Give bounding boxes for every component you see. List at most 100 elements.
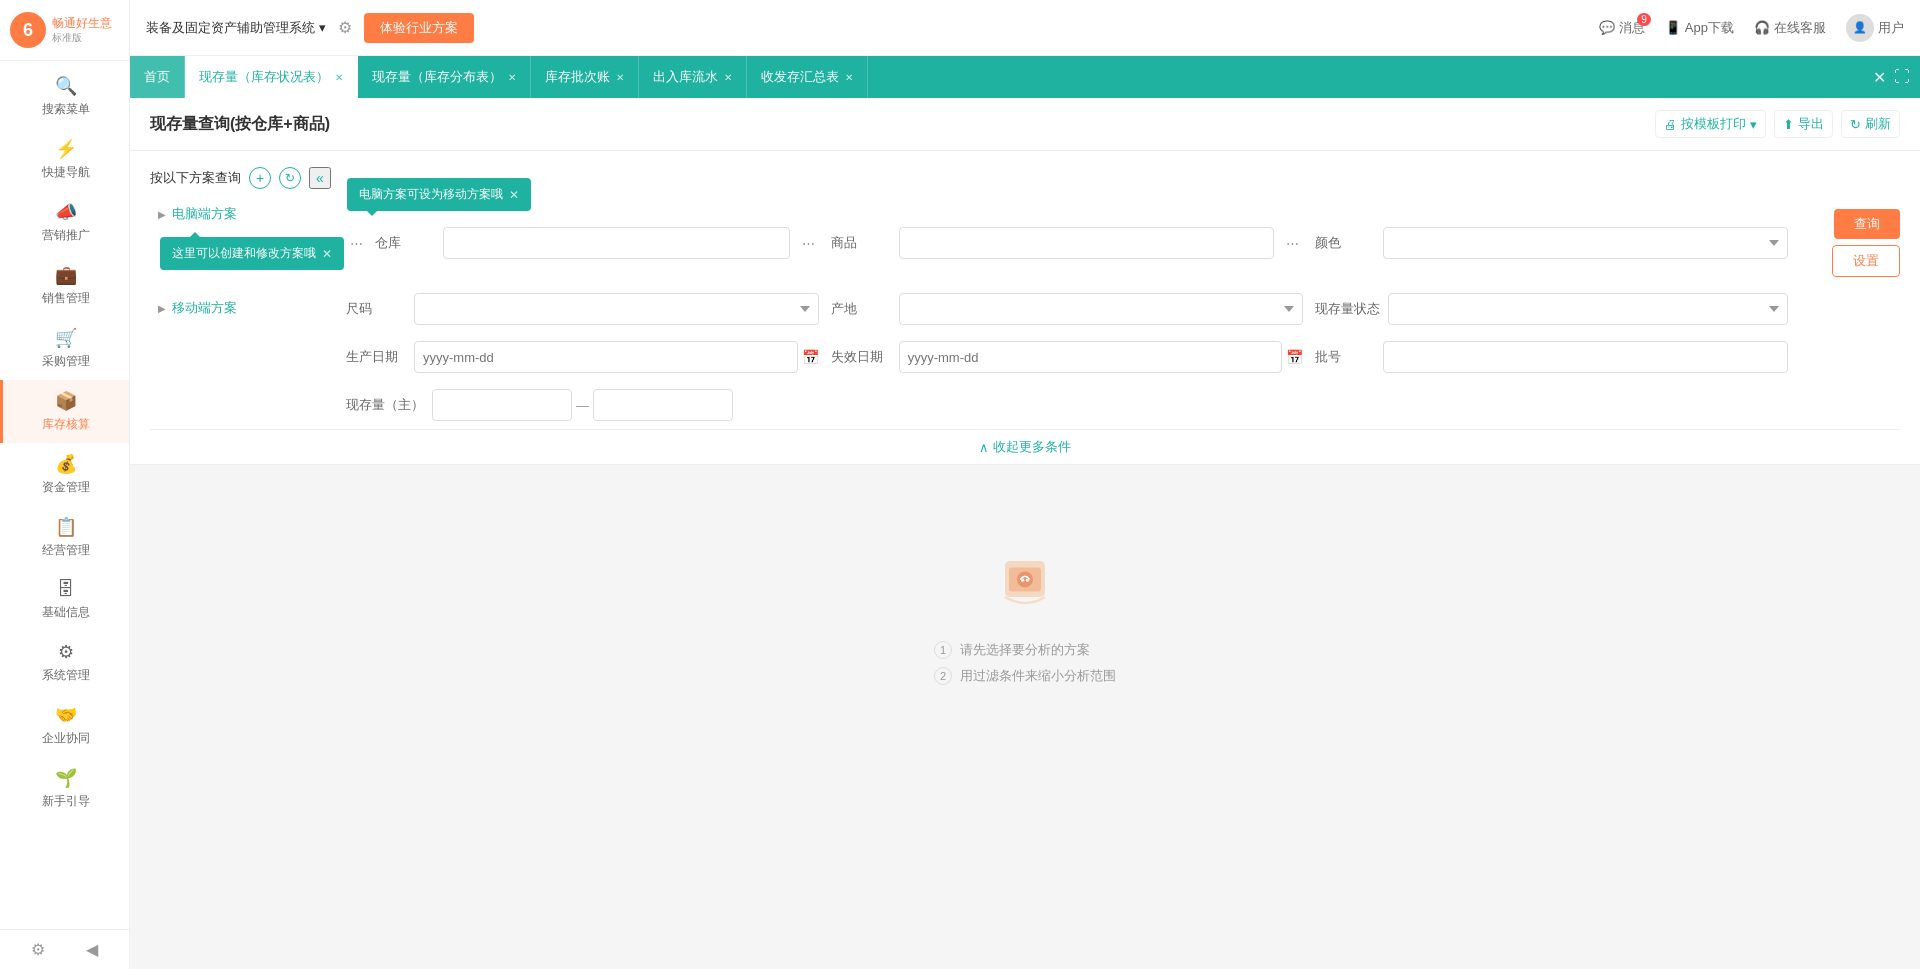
empty-tip-2: 2 用过滤条件来缩小分析范围 [934,667,1116,685]
export-button[interactable]: ⬆ 导出 [1774,110,1833,138]
filter-add-button[interactable]: + [249,167,271,189]
sidebar-item-inventory[interactable]: 📦 库存核算 [0,380,129,443]
warehouse-more-dots[interactable]: ⋯ [798,236,819,251]
calendar-icon[interactable]: 📅 [1286,349,1303,365]
close-icon[interactable]: ✕ [335,72,343,83]
sidebar-item-enterprise[interactable]: 🤝 企业协同 [0,694,129,757]
inventory-icon: 📦 [55,390,77,412]
tab-expand-button[interactable]: ⛶ [1894,68,1910,86]
sidebar: 6 畅通好生意 标准版 🔍 搜索菜单 ⚡ 快捷导航 📣 营销推广 💼 销售管理 … [0,0,130,969]
prod-date-input[interactable] [414,341,798,373]
tab-batch[interactable]: 库存批次账 ✕ [531,56,639,98]
industry-button[interactable]: 体验行业方案 [364,13,474,43]
app-download-action[interactable]: 📱 App下载 [1665,19,1734,37]
header: 装备及固定资产辅助管理系统 ▾ ⚙ 体验行业方案 💬 消息 9 📱 App下载 … [130,0,1920,56]
sidebar-item-ops[interactable]: 📋 经营管理 [0,506,129,569]
tab-inout-label: 出入库流水 [653,68,718,86]
close-icon[interactable]: ✕ [724,72,732,83]
size-select-wrapper [414,293,819,325]
stock-status-select[interactable] [1388,293,1788,325]
app-name: 装备及固定资产辅助管理系统 [146,19,315,37]
origin-select[interactable] [899,293,1304,325]
stock-main-input-to[interactable] [593,389,733,421]
exp-date-input[interactable] [899,341,1283,373]
goods-label: 商品 [831,234,891,252]
batch-no-input[interactable] [1383,341,1788,373]
close-icon[interactable]: ✕ [616,72,624,83]
stock-main-input-from[interactable] [432,389,572,421]
tooltip-pc-text: 电脑方案可设为移动方案哦 [359,186,503,203]
sidebar-item-base[interactable]: 🗄 基础信息 [0,569,129,631]
gear-icon[interactable]: ⚙ [338,18,352,37]
filter-arrow-button[interactable]: « [309,167,331,189]
tab-inventory-dist[interactable]: 现存量（库存分布表） ✕ [358,56,531,98]
prod-date-wrapper: 📅 [414,341,819,373]
main-content: 现存量查询(按仓库+商品) 🖨 按模板打印 ▾ ⬆ 导出 ↻ 刷新 按以下方案查… [130,98,1920,969]
print-label: 按模板打印 [1681,115,1746,133]
filter-label: 按以下方案查询 [150,169,241,187]
sidebar-item-label: 系统管理 [42,667,90,684]
logo-icon: 6 [10,12,46,48]
newbie-icon: 🌱 [55,767,77,789]
scheme-item-pc[interactable]: ▶ 电脑端方案 [150,201,330,227]
page-title: 现存量查询(按仓库+商品) [150,114,330,135]
query-button[interactable]: 查询 [1834,209,1900,239]
sidebar-item-sales[interactable]: 💼 销售管理 [0,254,129,317]
sidebar-item-label: 快捷导航 [42,164,90,181]
ops-icon: 📋 [55,516,77,538]
scheme-item-mobile[interactable]: ▶ 移动端方案 [150,295,330,321]
sidebar-item-system[interactable]: ⚙ 系统管理 [0,631,129,694]
tab-collect[interactable]: 收发存汇总表 ✕ [747,56,868,98]
app-selector[interactable]: 装备及固定资产辅助管理系统 ▾ [146,19,326,37]
goods-input[interactable] [899,227,1275,259]
scheme-list-mobile: ▶ 移动端方案 [150,295,330,329]
export-label: 导出 [1798,115,1824,133]
size-select[interactable] [414,293,819,325]
stock-status-label: 现存量状态 [1315,300,1380,318]
stock-main-label: 现存量（主） [346,396,424,414]
message-action[interactable]: 💬 消息 9 [1599,19,1645,37]
sidebar-item-label: 销售管理 [42,290,90,307]
tab-inventory-status[interactable]: 现存量（库存状况表） ✕ [185,56,358,98]
support-action[interactable]: 🎧 在线客服 [1754,19,1826,37]
tabs-bar: 首页 现存量（库存状况表） ✕ 现存量（库存分布表） ✕ 库存批次账 ✕ 出入库… [130,56,1920,98]
app-download-label: App下载 [1685,19,1734,37]
tooltip-close-icon[interactable]: ✕ [322,247,332,261]
tab-close-all-button[interactable]: ✕ [1873,68,1886,87]
close-icon[interactable]: ✕ [508,72,516,83]
sidebar-item-marketing[interactable]: 📣 营销推广 [0,191,129,254]
calendar-icon[interactable]: 📅 [802,349,819,365]
sidebar-item-purchase[interactable]: 🛒 采购管理 [0,317,129,380]
settings-button[interactable]: ⚙ [31,940,45,959]
collapse-sidebar-button[interactable]: ◀ [86,940,98,959]
system-icon: ⚙ [58,641,74,663]
filter-reset-button[interactable]: ↻ [279,167,301,189]
goods-more-dots[interactable]: ⋯ [1282,236,1303,251]
user-action[interactable]: 👤 用户 [1846,14,1904,42]
refresh-button[interactable]: ↻ 刷新 [1841,110,1900,138]
tooltip-close-icon[interactable]: ✕ [509,188,519,202]
filter-fields: ⋯ 仓库 ⋯ 商品 ⋯ 颜色 [346,201,1900,429]
warehouse-input[interactable] [443,227,790,259]
tab-inout[interactable]: 出入库流水 ✕ [639,56,747,98]
filter-area: 按以下方案查询 + ↻ « 电脑方案可设为移动方案哦 ✕ ▶ [130,151,1920,465]
filter-row-4: 现存量（主） — [346,381,1900,429]
collapse-bar[interactable]: ∧ 收起更多条件 [150,429,1900,464]
print-button[interactable]: 🖨 按模板打印 ▾ [1655,110,1766,138]
color-select[interactable] [1383,227,1788,259]
sidebar-item-quick[interactable]: ⚡ 快捷导航 [0,128,129,191]
sidebar-item-newbie[interactable]: 🌱 新手引导 [0,757,129,820]
reset-button[interactable]: 设置 [1832,245,1900,277]
sidebar-item-finance[interactable]: 💰 资金管理 [0,443,129,506]
stock-status-select-wrapper [1388,293,1788,325]
tabs-actions: ✕ ⛶ [1863,56,1920,98]
sidebar-item-search[interactable]: 🔍 搜索菜单 [0,65,129,128]
chevron-down-icon: ▾ [1750,117,1757,132]
range-dash: — [576,398,589,413]
warehouse-dots[interactable]: ⋯ [346,236,367,251]
origin-field: 产地 [831,293,1304,325]
chevron-up-icon: ∧ [979,440,989,455]
enterprise-icon: 🤝 [55,704,77,726]
tab-home[interactable]: 首页 [130,56,185,98]
close-icon[interactable]: ✕ [845,72,853,83]
